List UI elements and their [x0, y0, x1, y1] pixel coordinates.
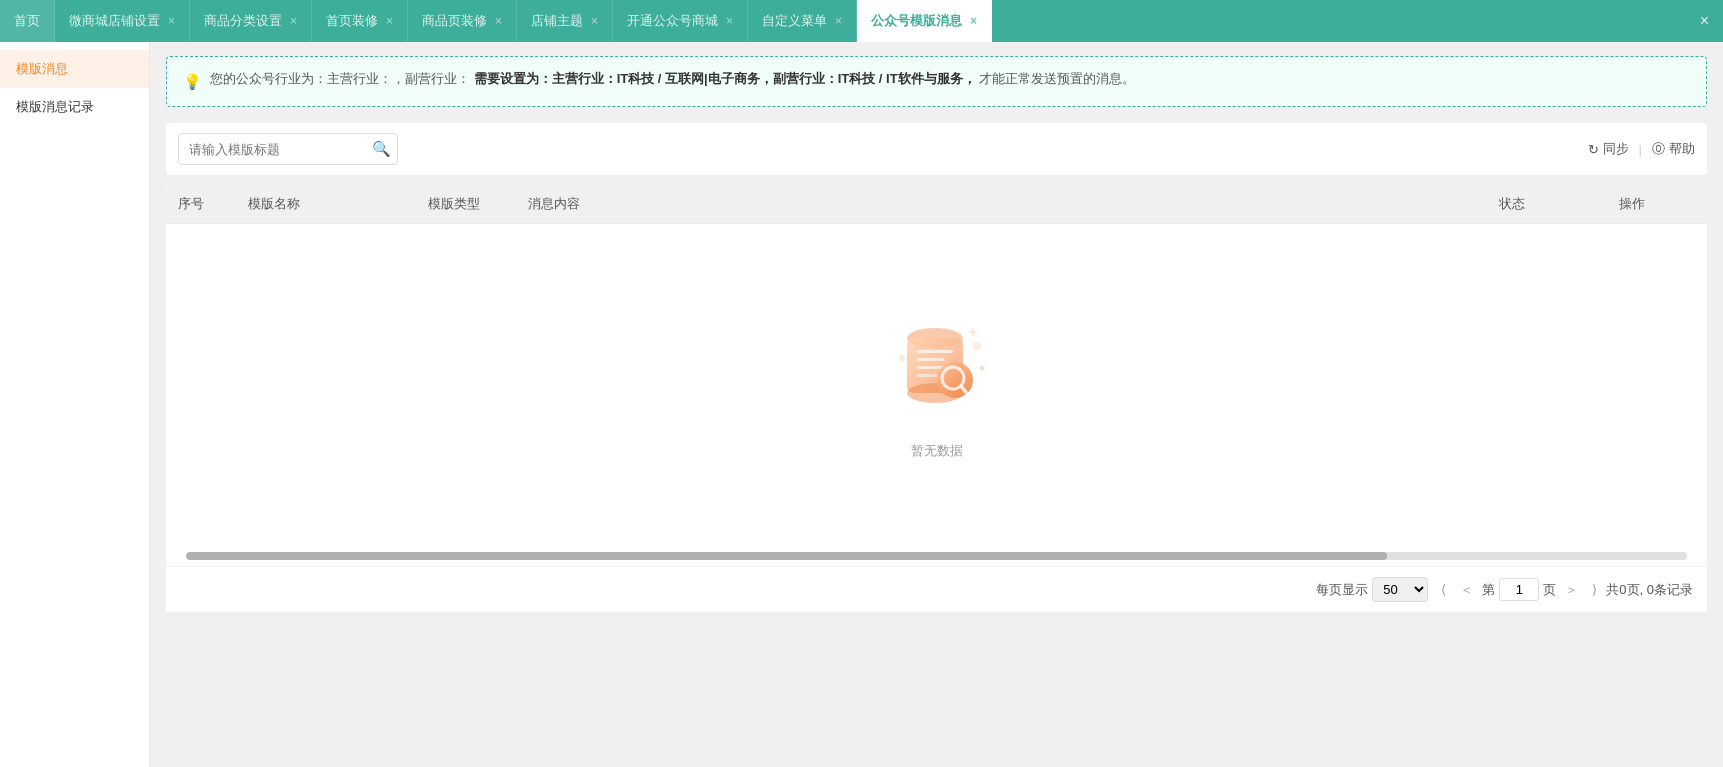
- col-status: 状态: [1487, 185, 1607, 224]
- tab-category-settings[interactable]: 商品分类设置 ×: [190, 0, 312, 42]
- close-tab-home-decor[interactable]: ×: [386, 14, 393, 28]
- sync-button[interactable]: ↻ 同步: [1588, 140, 1629, 158]
- page-label-before: 第: [1482, 581, 1495, 599]
- empty-text: 暂无数据: [911, 442, 963, 460]
- tab-open-mall[interactable]: 开通公众号商城 ×: [613, 0, 748, 42]
- table-header: 序号 模版名称 模版类型 消息内容 状态 操作: [166, 185, 1707, 224]
- search-button[interactable]: 🔍: [364, 134, 398, 164]
- tab-product-decor[interactable]: 商品页装修 ×: [408, 0, 517, 42]
- close-tab-product-decor[interactable]: ×: [495, 14, 502, 28]
- page-size-select-input[interactable]: 10 20 50 100: [1372, 577, 1428, 602]
- help-button[interactable]: ⓪ 帮助: [1652, 140, 1695, 158]
- col-name: 模版名称: [236, 185, 416, 224]
- content-area: 💡 您的公众号行业为：主营行业：，副营行业： 需要设置为：主营行业：IT科技 /…: [150, 42, 1723, 767]
- tab-home-decor[interactable]: 首页装修 ×: [312, 0, 408, 42]
- page-navigation: ⟨ ＜ 第 页 ＞ ⟩ 共0页, 0条记录: [1436, 578, 1693, 601]
- sidebar: 模版消息 模版消息记录: [0, 42, 150, 767]
- col-action: 操作: [1607, 185, 1707, 224]
- sync-icon: ↻: [1588, 142, 1599, 157]
- empty-illustration: [877, 308, 997, 428]
- close-tab-open-mall[interactable]: ×: [726, 14, 733, 28]
- last-page-button[interactable]: ⟩: [1587, 580, 1602, 599]
- tab-bar: 首页 微商城店铺设置 × 商品分类设置 × 首页装修 × 商品页装修 × 店铺主…: [0, 0, 1723, 42]
- search-input[interactable]: [179, 136, 364, 163]
- tab-home[interactable]: 首页: [0, 0, 55, 42]
- close-tab-category-settings[interactable]: ×: [290, 14, 297, 28]
- total-info: 共0页, 0条记录: [1606, 581, 1693, 599]
- col-content: 消息内容: [516, 185, 1487, 224]
- svg-rect-3: [917, 350, 953, 353]
- main-layout: 模版消息 模版消息记录 💡 您的公众号行业为：主营行业：，副营行业： 需要设置为…: [0, 42, 1723, 767]
- col-type: 模版类型: [416, 185, 516, 224]
- svg-rect-4: [917, 358, 945, 361]
- toolbar: 🔍 ↻ 同步 | ⓪ 帮助: [166, 123, 1707, 175]
- toolbar-right: ↻ 同步 | ⓪ 帮助: [1588, 140, 1695, 158]
- svg-point-12: [979, 366, 984, 371]
- close-tab-shop-theme[interactable]: ×: [591, 14, 598, 28]
- table-wrapper: 序号 模版名称 模版类型 消息内容 状态 操作: [166, 185, 1707, 612]
- col-seq: 序号: [166, 185, 236, 224]
- help-icon: ⓪: [1652, 140, 1665, 158]
- close-tab-shop-settings[interactable]: ×: [168, 14, 175, 28]
- page-input-group: 第 页: [1482, 578, 1556, 601]
- svg-point-10: [899, 355, 905, 361]
- global-close-button[interactable]: ×: [1686, 12, 1723, 30]
- empty-state: 暂无数据: [166, 224, 1707, 544]
- svg-rect-6: [917, 374, 937, 377]
- close-tab-template-msg[interactable]: ×: [970, 14, 977, 28]
- pagination: 每页显示 10 20 50 100 ⟨ ＜ 第 页: [166, 566, 1707, 612]
- tab-custom-menu[interactable]: 自定义菜单 ×: [748, 0, 857, 42]
- notice-banner: 💡 您的公众号行业为：主营行业：，副营行业： 需要设置为：主营行业：IT科技 /…: [166, 56, 1707, 107]
- sidebar-item-template-record[interactable]: 模版消息记录: [0, 88, 149, 126]
- search-box: 🔍: [178, 133, 398, 165]
- next-page-button[interactable]: ＞: [1560, 579, 1583, 601]
- prev-page-button[interactable]: ＜: [1455, 579, 1478, 601]
- page-number-input[interactable]: [1499, 578, 1539, 601]
- page-label-after: 页: [1543, 581, 1556, 599]
- sidebar-item-template-message[interactable]: 模版消息: [0, 50, 149, 88]
- page-size-label: 每页显示: [1316, 581, 1368, 599]
- horizontal-scrollbar[interactable]: [186, 552, 1687, 560]
- svg-point-11: [973, 342, 981, 350]
- tab-shop-settings[interactable]: 微商城店铺设置 ×: [55, 0, 190, 42]
- scrollbar-thumb: [186, 552, 1387, 560]
- tab-shop-theme[interactable]: 店铺主题 ×: [517, 0, 613, 42]
- lightbulb-icon: 💡: [183, 70, 202, 94]
- scrollbar-area: [166, 546, 1707, 566]
- page-size-selector: 每页显示 10 20 50 100: [1316, 577, 1428, 602]
- toolbar-divider: |: [1639, 142, 1642, 157]
- first-page-button[interactable]: ⟨: [1436, 580, 1451, 599]
- tab-template-msg[interactable]: 公众号模版消息 ×: [857, 0, 992, 42]
- data-table: 序号 模版名称 模版类型 消息内容 状态 操作: [166, 185, 1707, 224]
- close-tab-custom-menu[interactable]: ×: [835, 14, 842, 28]
